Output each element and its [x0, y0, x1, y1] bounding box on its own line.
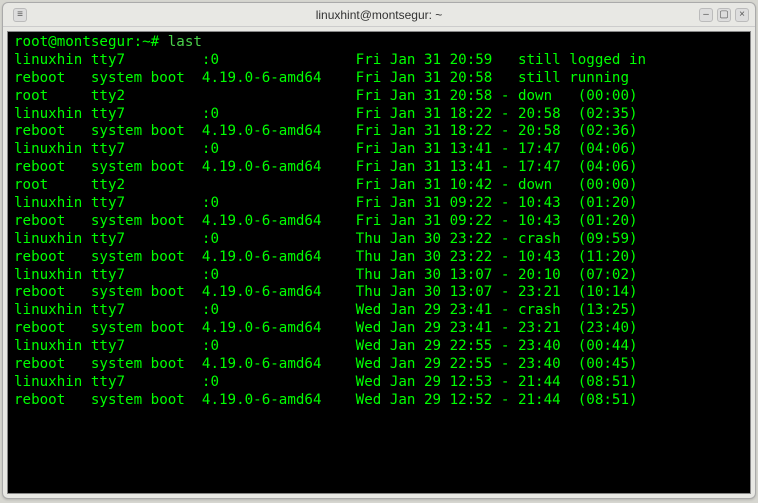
output-line: reboot system boot 4.19.0-6-amd64 Fri Ja…	[14, 159, 744, 177]
output-line: linuxhin tty7 :0 Fri Jan 31 13:41 - 17:4…	[14, 141, 744, 159]
output-line: linuxhin tty7 :0 Fri Jan 31 18:22 - 20:5…	[14, 106, 744, 124]
menu-icon[interactable]: ≡	[13, 8, 27, 22]
output-line: linuxhin tty7 :0 Thu Jan 30 13:07 - 20:1…	[14, 267, 744, 285]
output-line: reboot system boot 4.19.0-6-amd64 Fri Ja…	[14, 123, 744, 141]
terminal-output[interactable]: root@montsegur:~# lastlinuxhin tty7 :0 F…	[7, 31, 751, 494]
prompt-line: root@montsegur:~# last	[14, 34, 744, 52]
output-line: linuxhin tty7 :0 Fri Jan 31 09:22 - 10:4…	[14, 195, 744, 213]
window-title: linuxhint@montsegur: ~	[3, 8, 755, 22]
window-titlebar: ≡ linuxhint@montsegur: ~ – ▢ ×	[3, 3, 755, 27]
output-line: reboot system boot 4.19.0-6-amd64 Wed Ja…	[14, 320, 744, 338]
output-line: reboot system boot 4.19.0-6-amd64 Fri Ja…	[14, 70, 744, 88]
output-line: linuxhin tty7 :0 Wed Jan 29 12:53 - 21:4…	[14, 374, 744, 392]
output-line: linuxhin tty7 :0 Wed Jan 29 23:41 - cras…	[14, 302, 744, 320]
output-line: reboot system boot 4.19.0-6-amd64 Thu Ja…	[14, 284, 744, 302]
output-line: reboot system boot 4.19.0-6-amd64 Thu Ja…	[14, 249, 744, 267]
output-line: reboot system boot 4.19.0-6-amd64 Wed Ja…	[14, 356, 744, 374]
shell-command: last	[168, 34, 202, 50]
output-line: reboot system boot 4.19.0-6-amd64 Wed Ja…	[14, 392, 744, 410]
output-line: linuxhin tty7 :0 Wed Jan 29 22:55 - 23:4…	[14, 338, 744, 356]
output-line: linuxhin tty7 :0 Thu Jan 30 23:22 - cras…	[14, 231, 744, 249]
output-line: reboot system boot 4.19.0-6-amd64 Fri Ja…	[14, 213, 744, 231]
output-line: root tty2 Fri Jan 31 20:58 - down (00:00…	[14, 88, 744, 106]
minimize-button[interactable]: –	[699, 8, 713, 22]
maximize-button[interactable]: ▢	[717, 8, 731, 22]
close-button[interactable]: ×	[735, 8, 749, 22]
output-line: root tty2 Fri Jan 31 10:42 - down (00:00…	[14, 177, 744, 195]
shell-prompt: root@montsegur:~#	[14, 34, 168, 50]
terminal-window: ≡ linuxhint@montsegur: ~ – ▢ × root@mont…	[2, 2, 756, 499]
output-line: linuxhin tty7 :0 Fri Jan 31 20:59 still …	[14, 52, 744, 70]
